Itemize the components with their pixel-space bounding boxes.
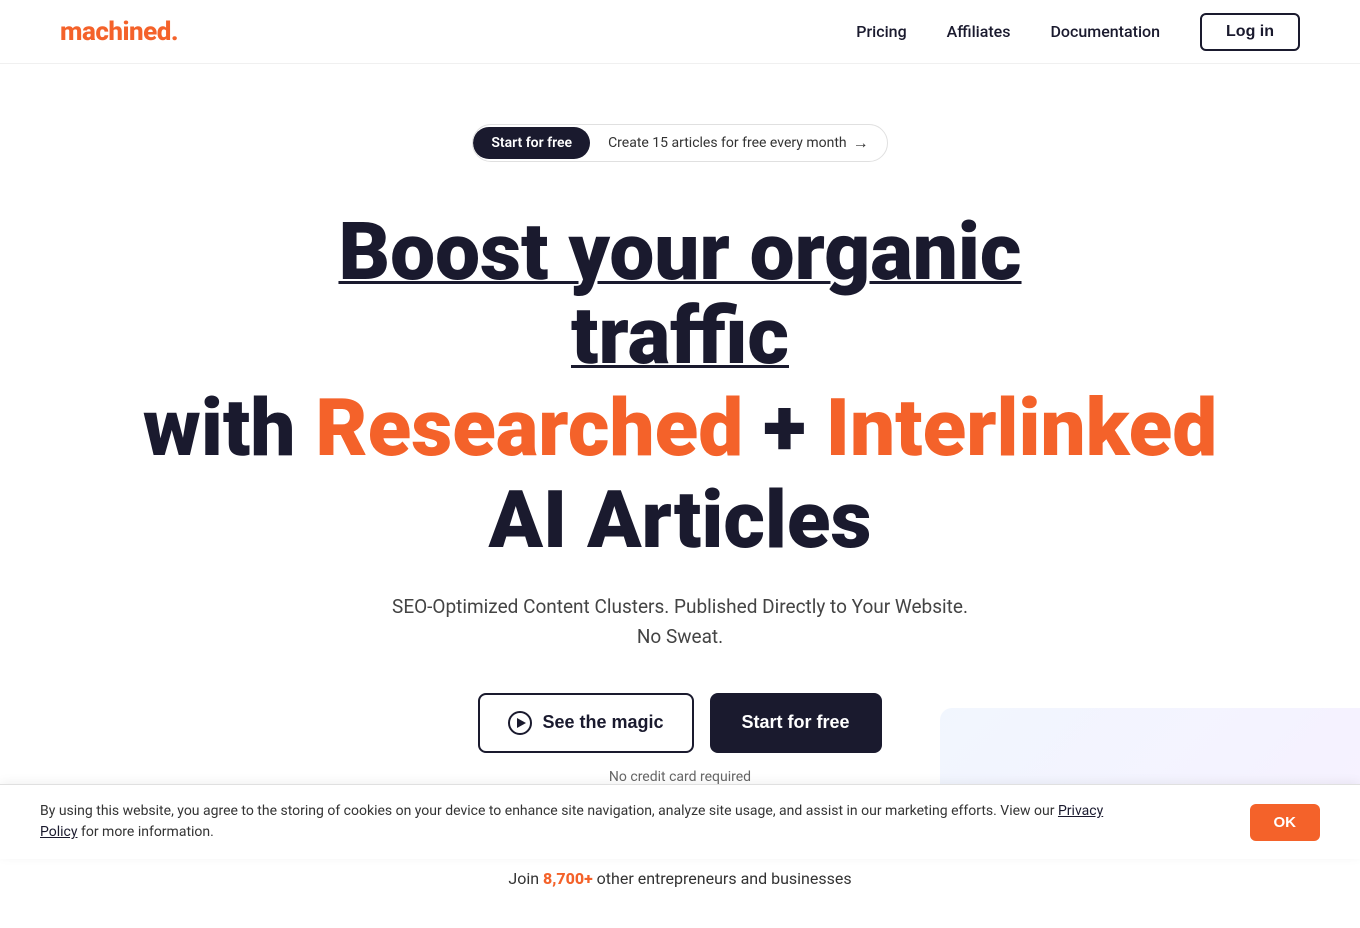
headline-line3: AI Articles: [488, 478, 871, 562]
join-count: 8,700+: [543, 869, 593, 888]
navbar: machined. Pricing Affiliates Documentati…: [0, 0, 1360, 64]
join-suffix: other entrepreneurs and businesses: [593, 869, 852, 888]
login-button[interactable]: Log in: [1200, 13, 1300, 51]
headline-with: with: [143, 381, 316, 475]
nav-pricing[interactable]: Pricing: [856, 22, 906, 41]
join-prefix: Join: [508, 869, 543, 888]
cookie-banner: By using this website, you agree to the …: [0, 784, 1360, 859]
banner-right-text: Create 15 articles for free every month …: [590, 125, 887, 161]
no-credit-card-text: No credit card required: [609, 769, 751, 785]
headline-plus: +: [743, 381, 826, 475]
headline-researched: Researched: [315, 381, 743, 475]
cta-buttons: See the magic Start for free: [478, 693, 881, 753]
cookie-text: By using this website, you agree to the …: [40, 801, 1140, 843]
banner-arrow-icon: →: [853, 133, 869, 153]
banner-description: Create 15 articles for free every month: [608, 135, 847, 151]
nav-links: Pricing Affiliates Documentation Log in: [856, 13, 1300, 51]
headline-line1: Boost your organic traffic: [230, 210, 1130, 378]
top-banner[interactable]: Start for free Create 15 articles for fr…: [472, 124, 887, 162]
headline-line2: with Researched + Interlinked: [143, 386, 1218, 470]
headline-interlinked: Interlinked: [826, 381, 1217, 475]
cookie-ok-button[interactable]: OK: [1250, 804, 1321, 841]
logo[interactable]: machined.: [60, 17, 178, 47]
join-text: Join 8,700+ other entrepreneurs and busi…: [508, 869, 851, 888]
cookie-text-prefix: By using this website, you agree to the …: [40, 803, 1058, 819]
logo-text: machined: [60, 17, 171, 47]
cookie-text-suffix: for more information.: [78, 824, 214, 840]
start-free-button[interactable]: Start for free: [710, 693, 882, 753]
see-magic-label: See the magic: [542, 712, 663, 733]
logo-dot: .: [171, 17, 178, 47]
see-magic-button[interactable]: See the magic: [478, 693, 693, 753]
subheadline: SEO-Optimized Content Clusters. Publishe…: [380, 592, 980, 653]
play-icon: [508, 711, 532, 735]
nav-documentation[interactable]: Documentation: [1050, 22, 1160, 41]
banner-left-label: Start for free: [473, 127, 590, 159]
nav-affiliates[interactable]: Affiliates: [947, 22, 1011, 41]
